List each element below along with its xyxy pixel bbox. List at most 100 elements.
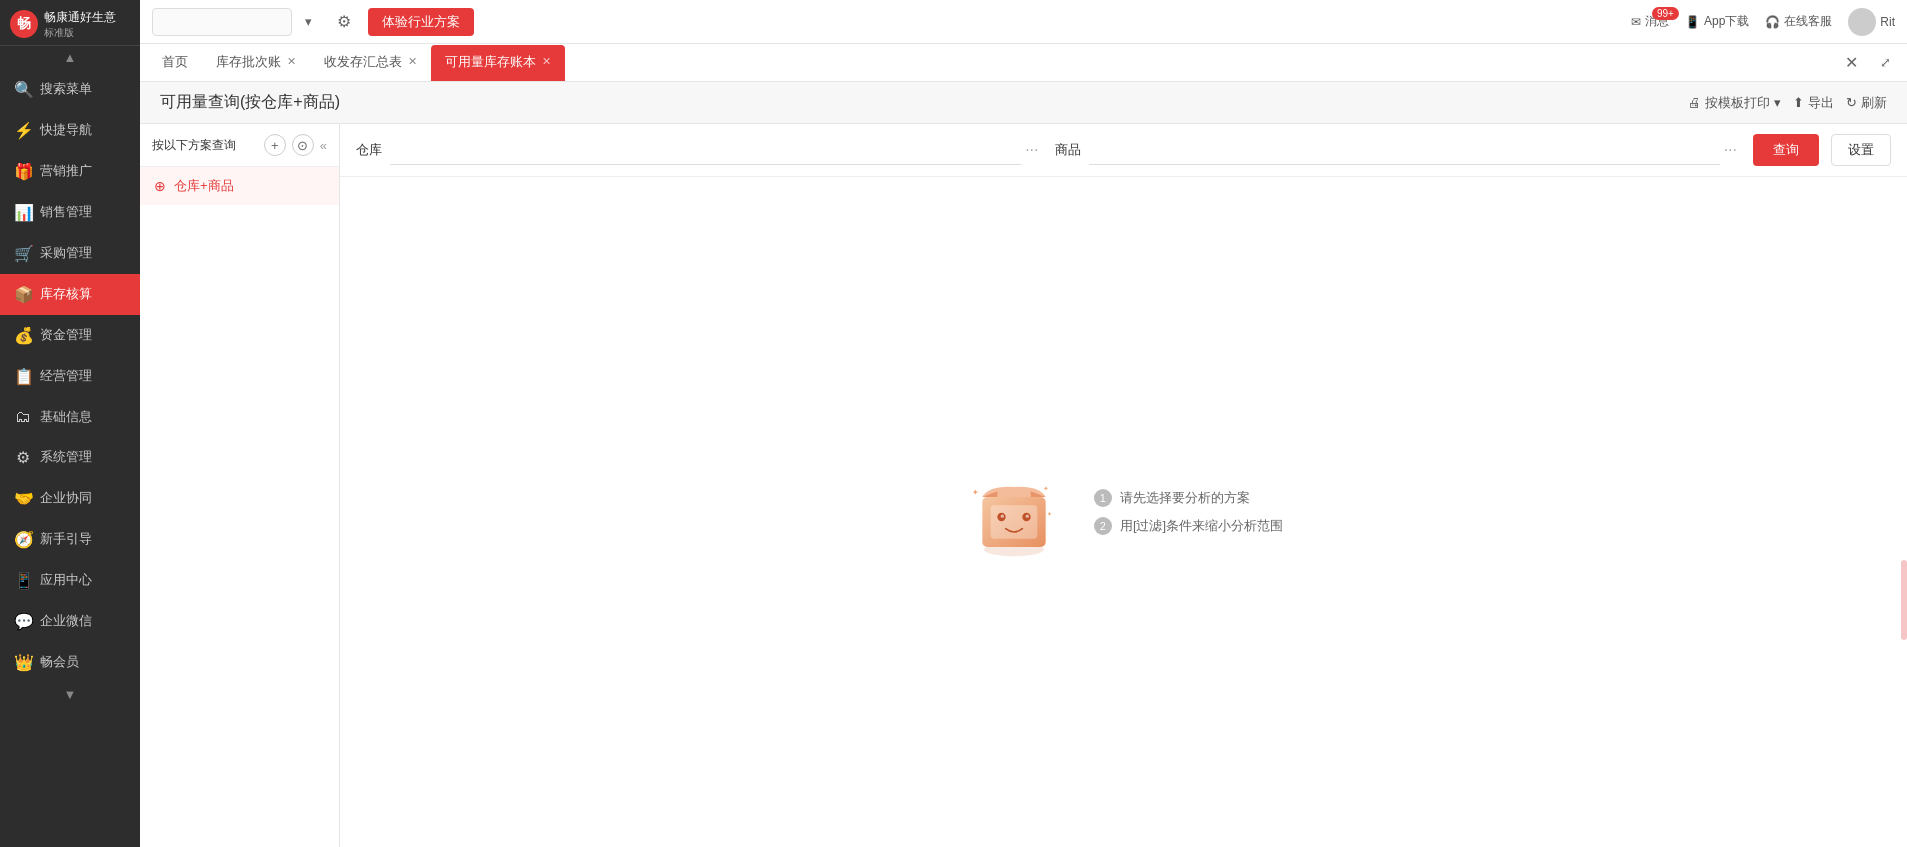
svg-rect-2 <box>991 505 1038 538</box>
settings-button[interactable]: 设置 <box>1831 134 1891 166</box>
sidebar-item-finance[interactable]: 💰 资金管理 <box>0 315 140 356</box>
purchase-icon: 🛒 <box>14 244 32 263</box>
refresh-label: 刷新 <box>1861 94 1887 112</box>
tab-receipt-summary-label: 收发存汇总表 <box>324 53 402 71</box>
tip-num-2: 2 <box>1094 517 1112 535</box>
refresh-btn[interactable]: ↻ 刷新 <box>1846 94 1887 112</box>
online-service-btn[interactable]: 🎧 在线客服 <box>1765 13 1832 30</box>
print-icon: 🖨 <box>1688 95 1701 110</box>
industry-solution-button[interactable]: 体验行业方案 <box>368 8 474 36</box>
tab-available-qty-label: 可用量库存账本 <box>445 53 536 71</box>
sidebar-item-search[interactable]: 🔍 搜索菜单 <box>0 69 140 110</box>
sidebar-item-label: 经营管理 <box>40 367 92 385</box>
filter-row: 仓库 ··· 商品 ··· 查询 设置 <box>340 124 1907 177</box>
export-label: 导出 <box>1808 94 1834 112</box>
sidebar-item-label: 畅会员 <box>40 653 79 671</box>
sidebar-item-label: 企业微信 <box>40 612 92 630</box>
user-profile-btn[interactable]: Rit <box>1848 8 1895 36</box>
svg-text:✦: ✦ <box>1047 511 1052 517</box>
svg-point-6 <box>1026 515 1029 518</box>
empty-tips: 1 请先选择要分析的方案 2 用[过滤]条件来缩小分析范围 <box>1094 489 1283 535</box>
filter-item-warehouse-product[interactable]: ⊕ 仓库+商品 <box>140 167 339 205</box>
tab-available-qty-close[interactable]: ✕ <box>542 55 551 68</box>
inventory-icon: 📦 <box>14 285 32 304</box>
filter-item-label: 仓库+商品 <box>174 177 234 195</box>
logo-edition: 标准版 <box>44 26 116 39</box>
logo-icon: 畅 <box>10 10 38 38</box>
sidebar-logo: 畅 畅康通好生意 标准版 <box>10 10 130 39</box>
sidebar-item-purchase[interactable]: 🛒 采购管理 <box>0 233 140 274</box>
print-template-btn[interactable]: 🖨 按模板打印 ▾ <box>1688 94 1781 112</box>
svg-text:✦: ✦ <box>972 487 979 497</box>
tab-home[interactable]: 首页 <box>148 45 202 81</box>
sidebar-item-member[interactable]: 👑 畅会员 <box>0 642 140 683</box>
tabbar-right: ✕ ⤢ <box>1837 49 1899 77</box>
product-filter-field: 商品 ··· <box>1055 135 1742 165</box>
query-button[interactable]: 查询 <box>1753 134 1819 166</box>
topbar-search-area: ▾ <box>152 8 320 36</box>
product-input[interactable] <box>1089 135 1720 165</box>
print-dropdown-icon[interactable]: ▾ <box>1774 95 1781 110</box>
enterprise-icon: 🤝 <box>14 489 32 508</box>
logo-text: 畅康通好生意 标准版 <box>44 10 116 39</box>
page-titlebar: 可用量查询(按仓库+商品) 🖨 按模板打印 ▾ ⬆ 导出 ↻ 刷新 <box>140 82 1907 124</box>
sidebar-scroll: ▲ 🔍 搜索菜单 ⚡ 快捷导航 🎁 营销推广 📊 销售管理 🛒 采购管理 📦 库… <box>0 46 140 847</box>
search-input[interactable] <box>152 8 292 36</box>
filter-collapse-btn[interactable]: « <box>320 138 327 153</box>
sidebar-item-system[interactable]: ⚙ 系统管理 <box>0 437 140 478</box>
export-btn[interactable]: ⬆ 导出 <box>1793 94 1834 112</box>
logo-name: 畅康通好生意 <box>44 10 116 26</box>
settings-gear-btn[interactable]: ⚙ <box>330 8 358 36</box>
message-badge: 99+ <box>1652 7 1679 20</box>
topbar: ▾ ⚙ 体验行业方案 ✉ 消息 99+ 📱 App下载 🎧 在线客服 Rit <box>140 0 1907 44</box>
sidebar-item-wechat[interactable]: 💬 企业微信 <box>0 601 140 642</box>
search-dropdown-btn[interactable]: ▾ <box>296 10 320 34</box>
sidebar-item-enterprise[interactable]: 🤝 企业协同 <box>0 478 140 519</box>
tabbar-close-all-btn[interactable]: ✕ <box>1837 49 1865 77</box>
member-icon: 👑 <box>14 653 32 672</box>
sidebar-item-label: 企业协同 <box>40 489 92 507</box>
wechat-icon: 💬 <box>14 612 32 631</box>
sidebar-item-inventory[interactable]: 📦 库存核算 <box>0 274 140 315</box>
sidebar-item-label: 系统管理 <box>40 448 92 466</box>
sidebar-item-label: 资金管理 <box>40 326 92 344</box>
sidebar-item-label: 采购管理 <box>40 244 92 262</box>
app-download-btn[interactable]: 📱 App下载 <box>1685 13 1749 30</box>
svg-point-5 <box>1001 515 1004 518</box>
sidebar-item-operations[interactable]: 📋 经营管理 <box>0 356 140 397</box>
finance-icon: 💰 <box>14 326 32 345</box>
add-filter-btn[interactable]: + <box>264 134 286 156</box>
sidebar-item-sales[interactable]: 📊 销售管理 <box>0 192 140 233</box>
sidebar-item-marketing[interactable]: 🎁 营销推广 <box>0 151 140 192</box>
message-icon: ✉ <box>1631 15 1641 29</box>
scroll-down-btn[interactable]: ▼ <box>0 683 140 706</box>
sidebar-item-label: 营销推广 <box>40 162 92 180</box>
sidebar-item-label: 销售管理 <box>40 203 92 221</box>
warehouse-more-btn[interactable]: ··· <box>1021 141 1042 159</box>
sidebar-item-label: 快捷导航 <box>40 121 92 139</box>
tab-receipt-summary[interactable]: 收发存汇总表 ✕ <box>310 45 431 81</box>
sidebar-header: 畅 畅康通好生意 标准版 <box>0 0 140 46</box>
tab-receipt-summary-close[interactable]: ✕ <box>408 55 417 68</box>
tab-batch-ledger-close[interactable]: ✕ <box>287 55 296 68</box>
sidebar-item-label: 新手引导 <box>40 530 92 548</box>
product-more-btn[interactable]: ··· <box>1720 141 1741 159</box>
sidebar-item-shortcut[interactable]: ⚡ 快捷导航 <box>0 110 140 151</box>
sidebar-item-onboarding[interactable]: 🧭 新手引导 <box>0 519 140 560</box>
empty-tip-2: 2 用[过滤]条件来缩小分析范围 <box>1094 517 1283 535</box>
tabbar-expand-btn[interactable]: ⤢ <box>1871 49 1899 77</box>
tab-batch-ledger[interactable]: 库存批次账 ✕ <box>202 45 310 81</box>
message-btn[interactable]: ✉ 消息 99+ <box>1631 13 1669 30</box>
tab-available-qty[interactable]: 可用量库存账本 ✕ <box>431 45 565 81</box>
app-download-label: App下载 <box>1704 13 1749 30</box>
empty-tip-1: 1 请先选择要分析的方案 <box>1094 489 1283 507</box>
marketing-icon: 🎁 <box>14 162 32 181</box>
scroll-up-btn[interactable]: ▲ <box>0 46 140 69</box>
shortcut-icon: ⚡ <box>14 121 32 140</box>
sidebar-item-app-center[interactable]: 📱 应用中心 <box>0 560 140 601</box>
headset-icon: 🎧 <box>1765 15 1780 29</box>
warehouse-input[interactable] <box>390 135 1021 165</box>
sidebar-item-basic[interactable]: 🗂 基础信息 <box>0 397 140 437</box>
svg-text:✦: ✦ <box>1043 485 1049 492</box>
filter-settings-btn[interactable]: ⊙ <box>292 134 314 156</box>
